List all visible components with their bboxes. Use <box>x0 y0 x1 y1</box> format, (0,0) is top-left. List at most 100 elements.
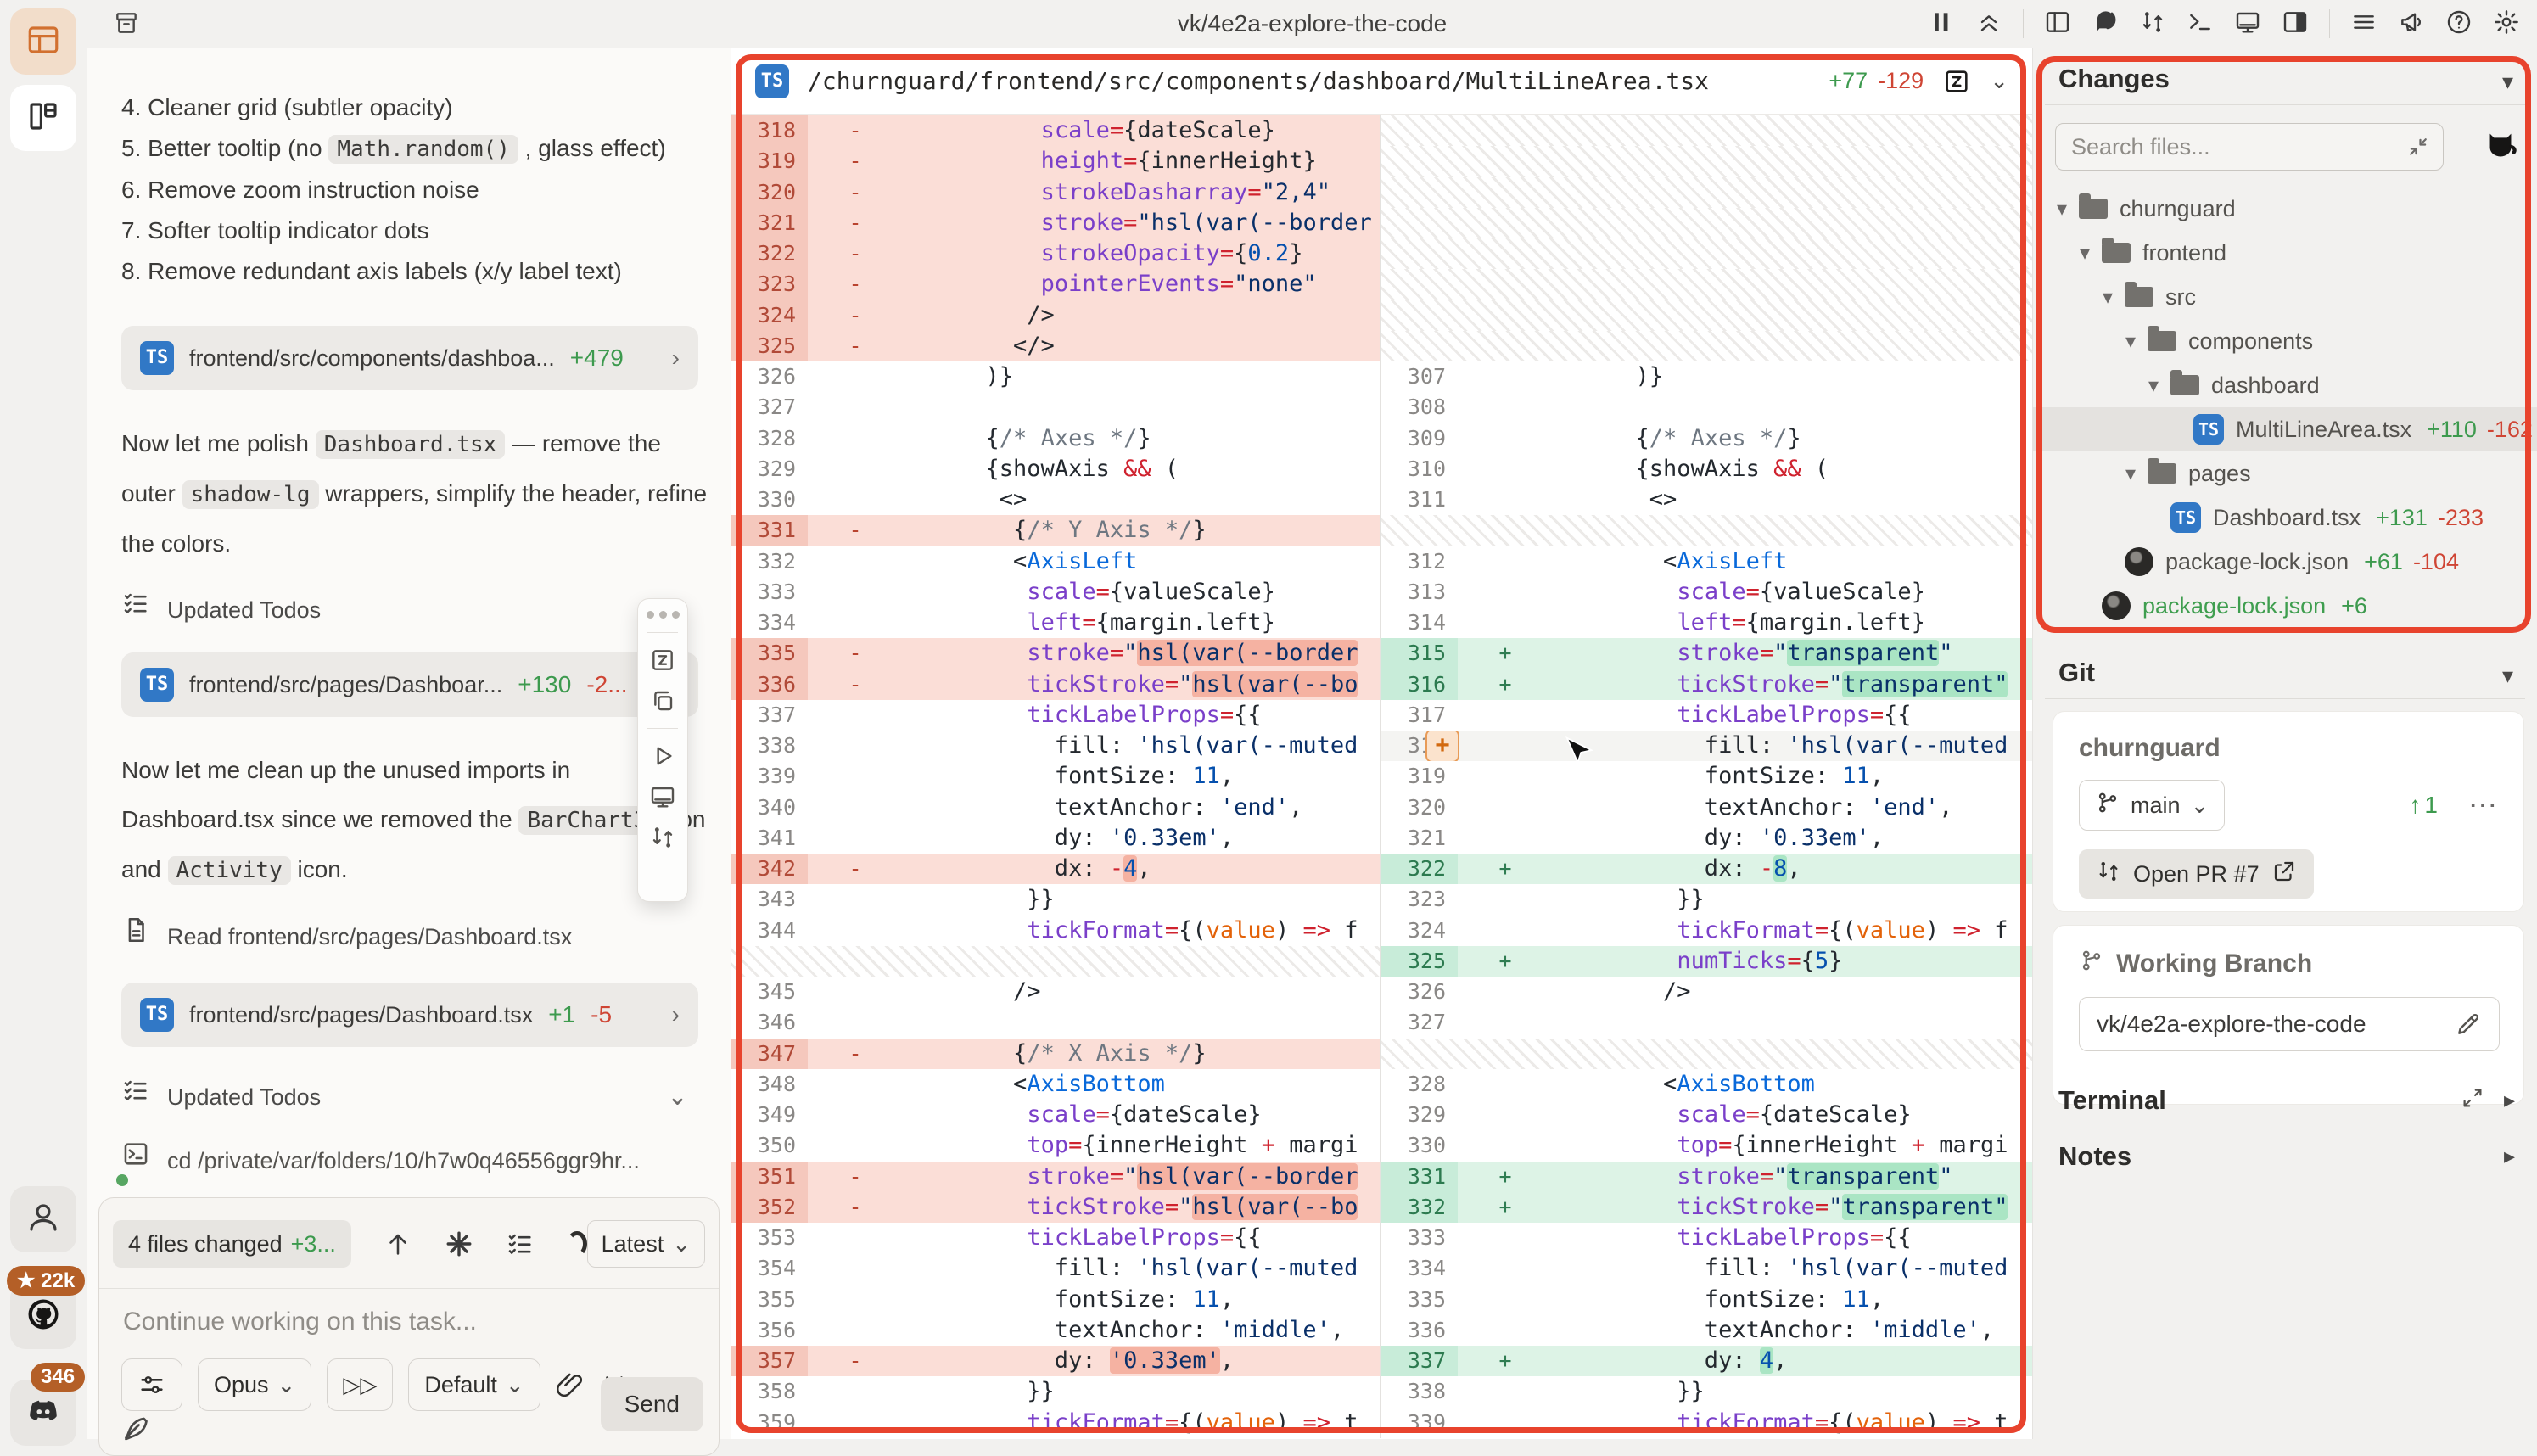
tree-folder-src[interactable]: ▾ src <box>2033 275 2537 319</box>
tree-folder-components[interactable]: ▾ components <box>2033 319 2537 363</box>
mode-dropdown[interactable]: Default⌄ <box>408 1358 540 1411</box>
caret-down-icon[interactable]: ▾ <box>2148 373 2170 398</box>
old-line-number: 337 <box>731 700 808 731</box>
run-icon[interactable] <box>649 742 676 770</box>
kanban-icon <box>25 98 61 138</box>
terminal-chevron-icon[interactable]: ▸ <box>2504 1087 2515 1113</box>
diff-row: 357- dy: '0.33em',337+ dy: 4, <box>731 1346 2032 1376</box>
terminal-section[interactable]: Terminal ▸ <box>2033 1072 2537 1128</box>
new-line-number: 323 <box>1381 884 1458 915</box>
notes-section[interactable]: Notes ▸ <box>2033 1128 2537 1184</box>
collapse-up-icon[interactable] <box>1975 8 2002 40</box>
branch-dropdown[interactable]: main ⌄ <box>2079 780 2225 831</box>
spark-icon[interactable] <box>445 1229 473 1258</box>
chevron-down-icon[interactable]: ⌄ <box>667 1077 688 1117</box>
diff-row: 351- stroke="hsl(var(--border331+ stroke… <box>731 1162 2032 1192</box>
add-comment-button[interactable]: + <box>1425 731 1459 761</box>
todo-list-icon[interactable] <box>506 1229 535 1258</box>
fast-forward-button[interactable]: ▷▷ <box>327 1358 393 1411</box>
attachment-icon[interactable] <box>556 1370 585 1399</box>
help-icon[interactable] <box>2445 8 2473 40</box>
changes-collapse-icon[interactable]: ▾ <box>2502 69 2513 95</box>
menu-icon[interactable] <box>2350 8 2377 40</box>
quill-icon[interactable] <box>120 1414 150 1448</box>
old-line-number: 325 <box>731 331 808 361</box>
message-input[interactable]: Continue working on this task... <box>123 1308 719 1336</box>
monitor-icon[interactable] <box>2234 8 2261 40</box>
diff-mode-icon[interactable] <box>1942 67 1971 96</box>
caret-down-icon[interactable]: ▾ <box>2125 329 2148 354</box>
model-dropdown[interactable]: Opus⌄ <box>198 1358 311 1411</box>
monitor-icon[interactable] <box>649 783 676 810</box>
latest-dropdown[interactable]: Latest ⌄ <box>587 1220 705 1268</box>
more-options-icon[interactable]: ⋯ <box>2468 788 2500 822</box>
settings-sliders-button[interactable] <box>121 1358 182 1411</box>
tree-file-package-lock.json[interactable]: package-lock.json +6 <box>2033 584 2537 628</box>
removed-count: -233 <box>2438 505 2484 531</box>
updated-todos-row[interactable]: Updated Todos ⌄ <box>121 1076 705 1117</box>
git-collapse-icon[interactable]: ▾ <box>2502 663 2513 689</box>
tree-folder-dashboard[interactable]: ▾ dashboard <box>2033 363 2537 407</box>
diff-row: 330 <>311 <> <box>731 484 2032 515</box>
terminal-prompt-icon[interactable] <box>2187 8 2214 40</box>
updated-todos-row[interactable]: Updated Todos <box>121 589 705 630</box>
caret-down-icon[interactable]: ▾ <box>2057 197 2079 221</box>
gear-icon[interactable] <box>2493 8 2520 40</box>
terminal-title: Terminal <box>2058 1085 2166 1116</box>
edit-branch-icon[interactable] <box>2455 1011 2482 1038</box>
git-compare-icon[interactable] <box>2139 8 2166 40</box>
workspace-layout-button[interactable] <box>10 8 76 75</box>
git-compare-icon[interactable] <box>649 824 676 851</box>
tree-file-package-lock.json[interactable]: package-lock.json +61 -104 <box>2033 540 2537 584</box>
diff-row: 326 )}307 )} <box>731 361 2032 392</box>
file-change-chip[interactable]: TS frontend/src/components/dashboa... +4… <box>121 326 698 390</box>
file-change-chip[interactable]: TS frontend/src/pages/Dashboar... +130 -… <box>121 652 698 717</box>
search-files-input[interactable]: Search files... <box>2055 123 2444 171</box>
caret-down-icon[interactable]: ▾ <box>2125 462 2148 486</box>
files-changed-pill[interactable]: 4 files changed +3... <box>113 1220 351 1268</box>
tree-folder-pages[interactable]: ▾ pages <box>2033 451 2537 496</box>
new-line-number: 327 <box>1381 1007 1458 1038</box>
tree-file-MultiLineArea.tsx[interactable]: TSMultiLineArea.tsx +110 -162 <box>2033 407 2537 451</box>
old-line-number: 319 <box>731 146 808 176</box>
diff-row: 352- tickStroke="hsl(var(--bo332+ tickSt… <box>731 1192 2032 1223</box>
chat-bubble-icon[interactable] <box>2092 8 2119 40</box>
diff-view-icon[interactable] <box>649 647 676 674</box>
panel-right-icon[interactable] <box>2282 8 2309 40</box>
caret-down-icon[interactable]: ▾ <box>2103 285 2125 310</box>
caret-down-icon[interactable]: ▾ <box>2080 241 2102 266</box>
pause-icon[interactable] <box>1928 8 1955 40</box>
collapse-tree-icon[interactable] <box>2405 134 2443 160</box>
kanban-view-button[interactable] <box>10 85 76 151</box>
tree-folder-frontend[interactable]: ▾ frontend <box>2033 231 2537 275</box>
old-line-number: 327 <box>731 392 808 423</box>
expand-terminal-icon[interactable] <box>2460 1085 2485 1115</box>
diff-row: 358 }}338 }} <box>731 1376 2032 1407</box>
open-pr-button[interactable]: Open PR #7 <box>2079 849 2314 899</box>
file-change-chip[interactable]: TS frontend/src/pages/Dashboard.tsx +1 -… <box>121 983 698 1047</box>
account-button[interactable] <box>10 1186 76 1252</box>
drag-handle-icon[interactable] <box>647 611 680 619</box>
working-branch-title: Working Branch <box>2116 949 2312 978</box>
scroll-to-top-icon[interactable] <box>384 1229 412 1258</box>
new-line-number: 326 <box>1381 977 1458 1007</box>
panel-left-icon[interactable] <box>2044 8 2071 40</box>
working-branch-input[interactable]: vk/4e2a-explore-the-code <box>2079 997 2500 1051</box>
megaphone-icon[interactable] <box>2398 8 2425 40</box>
read-file-row[interactable]: Read frontend/src/pages/Dashboard.tsx <box>121 916 705 957</box>
diff-row: 332 <AxisLeft312 <AxisLeft <box>731 546 2032 577</box>
collapse-diff-icon[interactable]: ⌄ <box>1990 68 2008 94</box>
old-line-number: 322 <box>731 238 808 269</box>
cat-icon[interactable] <box>2481 126 2520 170</box>
folder-name: frontend <box>2142 240 2226 266</box>
diff-body[interactable]: 318- scale={dateScale}319- height={inner… <box>731 115 2032 1439</box>
new-line-number: 307 <box>1381 361 1458 392</box>
changes-title: Changes <box>2058 64 2170 94</box>
terminal-command-row[interactable]: cd /private/var/folders/10/h7w0q46556ggr… <box>121 1140 705 1181</box>
send-button[interactable]: Send <box>601 1377 703 1431</box>
tree-file-Dashboard.tsx[interactable]: TSDashboard.tsx +131 -233 <box>2033 496 2537 540</box>
old-line-number: 351 <box>731 1162 808 1192</box>
notes-chevron-icon[interactable]: ▸ <box>2504 1143 2515 1169</box>
tree-folder-churnguard[interactable]: ▾ churnguard <box>2033 187 2537 231</box>
copy-icon[interactable] <box>649 687 676 714</box>
